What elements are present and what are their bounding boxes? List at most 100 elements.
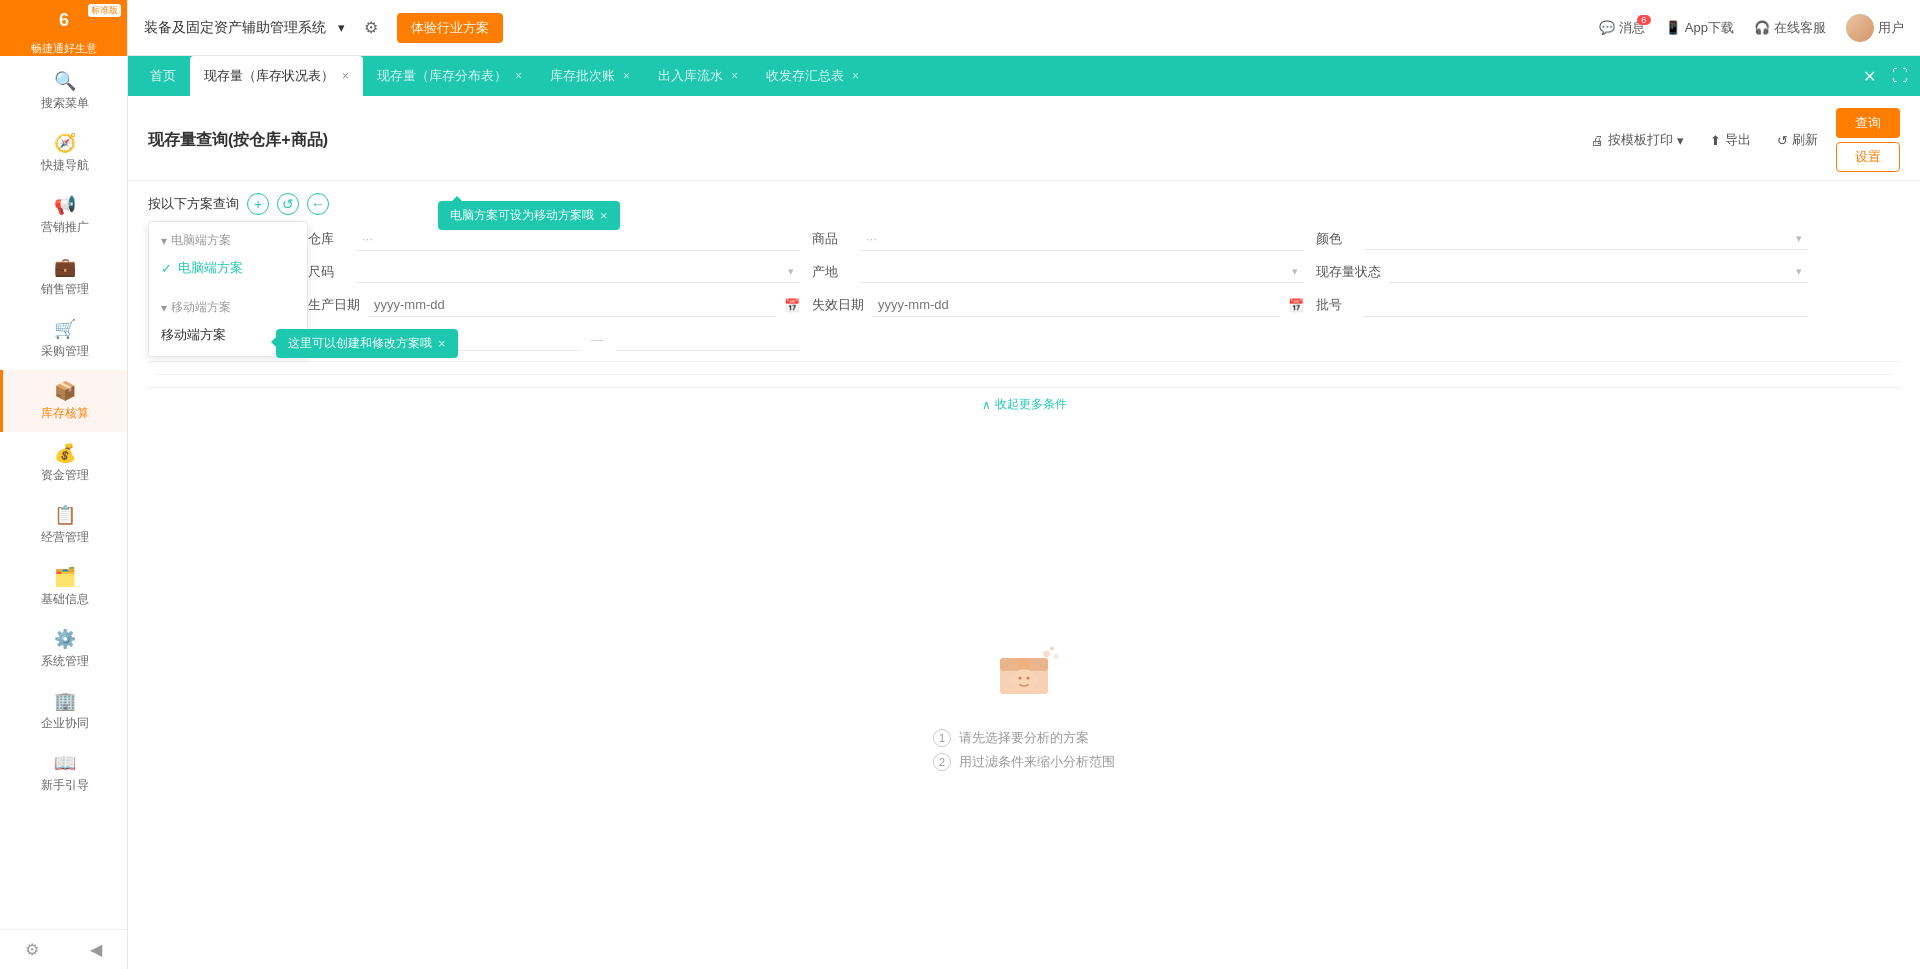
sidebar-item-operation[interactable]: 📋 经营管理 (0, 494, 127, 556)
prod-date-label: 生产日期 (308, 296, 360, 314)
system-name: 装备及固定资产辅助管理系统 (144, 19, 326, 37)
sidebar-item-enterprise[interactable]: 🏢 企业协同 (0, 680, 127, 742)
notification-item[interactable]: 💬 消息 6 (1599, 19, 1645, 37)
step-1-text: 请先选择要分析的方案 (959, 729, 1089, 747)
sidebar-item-purchase[interactable]: 🛒 采购管理 (0, 308, 127, 370)
color-select[interactable]: ▾ (1364, 228, 1808, 250)
expire-date-label: 失效日期 (812, 296, 864, 314)
settings-icon[interactable]: ⚙ (357, 14, 385, 42)
tab-label: 库存批次账 (550, 67, 615, 85)
export-btn[interactable]: ⬆ 导出 (1702, 127, 1759, 153)
system-dropdown[interactable]: ▾ (338, 20, 345, 35)
tab-inout-flow[interactable]: 出入库流水 × (644, 56, 752, 96)
export-icon: ⬆ (1710, 133, 1721, 148)
collapse-chevron-icon: ∧ (982, 398, 991, 412)
tab-fullscreen-icon[interactable]: ⛶ (1888, 67, 1912, 85)
origin-select[interactable]: ▾ (860, 261, 1304, 283)
edit-popover-close[interactable]: × (438, 336, 446, 351)
collapse-sidebar-icon[interactable]: ◀ (90, 940, 102, 959)
sidebar-item-label: 营销推广 (41, 219, 89, 236)
tab-close-icon[interactable]: × (342, 70, 349, 82)
refresh-btn[interactable]: ↺ 刷新 (1769, 127, 1826, 153)
calendar-icon-expire[interactable]: 📅 (1288, 298, 1304, 313)
tab-label: 收发存汇总表 (766, 67, 844, 85)
sidebar-item-finance[interactable]: 💰 资金管理 (0, 432, 127, 494)
popover-close-btn[interactable]: × (600, 208, 608, 223)
tab-close-icon[interactable]: × (731, 70, 738, 82)
sidebar-item-inventory[interactable]: 📦 库存核算 (0, 370, 127, 432)
template-print-btn[interactable]: 🖨 按模板打印 ▾ (1583, 127, 1692, 153)
collapse-btn[interactable]: ∧ 收起更多条件 (982, 396, 1067, 413)
tab-stock-status[interactable]: 现存量（库存状况表） × (190, 56, 363, 96)
sidebar-item-basic[interactable]: 🗂️ 基础信息 (0, 556, 127, 618)
tab-close-all-icon[interactable]: ✕ (1859, 67, 1880, 86)
tab-collect-summary[interactable]: 收发存汇总表 × (752, 56, 873, 96)
svg-rect-4 (1018, 658, 1031, 671)
experience-btn[interactable]: 体验行业方案 (397, 13, 503, 43)
compass-icon: 🧭 (54, 132, 76, 154)
tab-stock-dist[interactable]: 现存量（库存分布表） × (363, 56, 536, 96)
empty-step-2: 2 用过滤条件来缩小分析范围 (933, 753, 1115, 771)
goods-select[interactable]: ··· (860, 227, 1304, 251)
online-service-item[interactable]: 🎧 在线客服 (1754, 19, 1826, 37)
color-dropdown-icon: ▾ (1796, 232, 1802, 245)
sidebar-item-system[interactable]: ⚙️ 系统管理 (0, 618, 127, 680)
filter-label: 按以下方案查询 (148, 195, 239, 213)
add-scheme-btn[interactable]: + (247, 193, 269, 215)
warehouse-label: 仓库 (308, 230, 348, 248)
header-right: 💬 消息 6 📱 App下载 🎧 在线客服 用户 (1599, 14, 1904, 42)
collapse-label: 收起更多条件 (995, 396, 1067, 413)
set-button[interactable]: 设置 (1836, 142, 1900, 172)
svg-point-10 (1054, 654, 1059, 659)
desktop-scheme-item-1[interactable]: ✓ 电脑端方案 (149, 253, 307, 283)
stock-status-select[interactable]: ▾ (1389, 261, 1808, 283)
desktop-scheme-group: ▾ 电脑端方案 ✓ 电脑端方案 (149, 222, 307, 289)
empty-state: 1 请先选择要分析的方案 2 用过滤条件来缩小分析范围 (128, 433, 1920, 969)
expire-date-input[interactable] (872, 293, 1280, 317)
stock-qty-max[interactable] (616, 327, 801, 351)
field-warehouse: 仓库 ··· (308, 227, 800, 251)
size-select[interactable]: ▾ (356, 261, 800, 283)
tab-home[interactable]: 首页 (136, 56, 190, 96)
gear-icon: ⚙️ (54, 628, 76, 650)
field-stock-status: 现存量状态 ▾ (1316, 261, 1808, 283)
sidebar-item-marketing[interactable]: 📢 营销推广 (0, 184, 127, 246)
main-content: 装备及固定资产辅助管理系统 ▾ ⚙ 体验行业方案 💬 消息 6 📱 App下载 … (128, 0, 1920, 969)
cart-icon: 🛒 (54, 318, 76, 340)
tab-close-icon[interactable]: × (515, 70, 522, 82)
template-print-label: 按模板打印 (1608, 131, 1673, 149)
prod-date-input[interactable] (368, 293, 776, 317)
batch-label: 批号 (1316, 296, 1356, 314)
range-separator: — (591, 332, 604, 347)
sidebar-item-label: 系统管理 (41, 653, 89, 670)
mobile-scheme-label: 移动端方案 (161, 327, 226, 342)
tab-batch-account[interactable]: 库存批次账 × (536, 56, 644, 96)
user-item[interactable]: 用户 (1846, 14, 1904, 42)
plus-icon: + (254, 196, 262, 212)
settings-bottom-icon[interactable]: ⚙ (25, 940, 39, 959)
tab-close-icon[interactable]: × (623, 70, 630, 82)
app-download-item[interactable]: 📱 App下载 (1665, 19, 1734, 37)
sidebar-nav: 🔍 搜索菜单 🧭 快捷导航 📢 营销推广 💼 销售管理 🛒 采购管理 📦 库存核… (0, 56, 127, 929)
sidebar-item-guide[interactable]: 📖 新手引导 (0, 742, 127, 804)
stock-status-label: 现存量状态 (1316, 263, 1381, 281)
query-button[interactable]: 查询 (1836, 108, 1900, 138)
color-label: 颜色 (1316, 230, 1356, 248)
sidebar-item-quick-nav[interactable]: 🧭 快捷导航 (0, 122, 127, 184)
warehouse-more-icon: ··· (362, 231, 373, 246)
tab-close-icon[interactable]: × (852, 70, 859, 82)
empty-illustration (974, 626, 1074, 709)
collapse-scheme-btn[interactable]: ← (307, 193, 329, 215)
sales-icon: 💼 (54, 256, 76, 278)
collapse-btn-row: ∧ 收起更多条件 (148, 387, 1900, 421)
filter-row-2: 尺码 ▾ 产地 ▾ (308, 261, 1900, 283)
sidebar-item-search[interactable]: 🔍 搜索菜单 (0, 60, 127, 122)
sidebar-item-label: 库存核算 (41, 405, 89, 422)
batch-input[interactable] (1364, 293, 1808, 317)
calendar-icon-prod[interactable]: 📅 (784, 298, 800, 313)
refresh-scheme-btn[interactable]: ↺ (277, 193, 299, 215)
sidebar-item-label: 基础信息 (41, 591, 89, 608)
export-label: 导出 (1725, 131, 1751, 149)
sidebar-item-sales[interactable]: 💼 销售管理 (0, 246, 127, 308)
warehouse-select[interactable]: ··· (356, 227, 800, 251)
